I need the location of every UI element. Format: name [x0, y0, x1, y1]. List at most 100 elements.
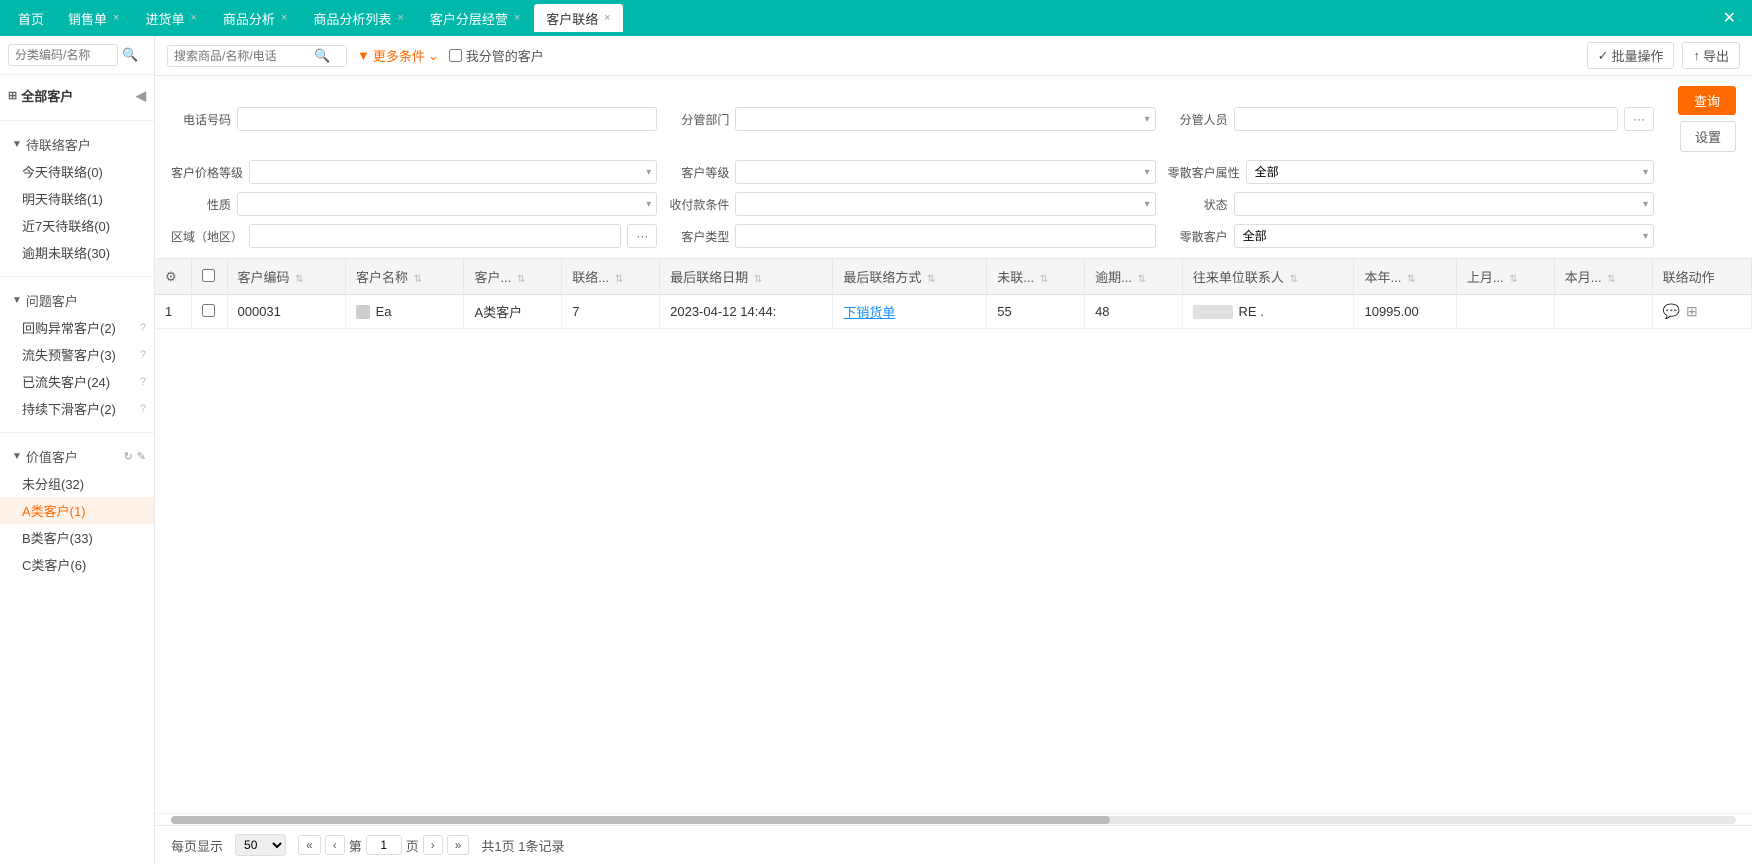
- filter-search-wrap: 🔍: [167, 45, 347, 67]
- region-input[interactable]: [249, 224, 621, 248]
- retail-customer-select[interactable]: 全部: [1234, 224, 1654, 248]
- gear-icon[interactable]: ⚙: [165, 269, 177, 284]
- batch-operation-button[interactable]: ✓ 批量操作: [1587, 42, 1675, 69]
- value-group-header[interactable]: ▼ 价值客户 ↻ ✎: [0, 443, 154, 470]
- last-page-btn[interactable]: »: [447, 835, 470, 855]
- pending-group-header[interactable]: ▼ 待联络客户: [0, 131, 154, 158]
- sidebar-item-class-b[interactable]: B类客户(33): [0, 524, 154, 551]
- sidebar-search-wrap: 🔍: [0, 36, 154, 75]
- app-close-button[interactable]: ✕: [1715, 8, 1744, 28]
- payment-label: 收付款条件: [669, 196, 729, 213]
- sidebar-item-class-c[interactable]: C类客户(6): [0, 551, 154, 578]
- close-customer-segment-tab[interactable]: ×: [514, 12, 520, 24]
- sidebar-item-class-a[interactable]: A类客户(1): [0, 497, 154, 524]
- per-page-select[interactable]: 50 100 200: [235, 834, 286, 856]
- sidebar-item-overdue-contact[interactable]: 逾期未联络(30): [0, 239, 154, 266]
- triangle-icon-3: ▼: [12, 451, 22, 462]
- first-page-btn[interactable]: «: [298, 835, 321, 855]
- settings-button[interactable]: 设置: [1680, 121, 1736, 152]
- next-page-btn[interactable]: ›: [423, 835, 443, 855]
- close-purchase-tab[interactable]: ×: [190, 12, 196, 24]
- filter-customer-type: 客户类型: [669, 224, 1155, 248]
- sidebar-item-7days-contact[interactable]: 近7天待联络(0): [0, 212, 154, 239]
- horizontal-scrollbar[interactable]: [171, 816, 1736, 824]
- payment-select[interactable]: [735, 192, 1155, 216]
- phone-input[interactable]: [237, 107, 657, 131]
- nature-select[interactable]: [237, 192, 657, 216]
- filter-price-level: 客户价格等级 ▾: [171, 160, 657, 184]
- close-goods-analysis-tab[interactable]: ×: [281, 12, 287, 24]
- my-customers-checkbox[interactable]: [449, 49, 462, 62]
- th-gear[interactable]: ⚙: [155, 259, 191, 295]
- sidebar-item-churned[interactable]: 已流失客户(24) ?: [0, 368, 154, 395]
- horizontal-scrollbar-area: [155, 813, 1752, 825]
- sort-code-icon: ⇅: [295, 274, 303, 285]
- td-not-contacted: 55: [987, 295, 1085, 329]
- nav-tab-goods-analysis[interactable]: 商品分析 ×: [211, 4, 299, 32]
- customer-type-input[interactable]: [735, 224, 1155, 248]
- sidebar-item-abnormal-repurchase[interactable]: 回购异常客户(2) ?: [0, 314, 154, 341]
- nav-tab-customer-segment[interactable]: 客户分层经营 ×: [418, 4, 532, 32]
- prev-page-btn[interactable]: ‹: [325, 835, 345, 855]
- td-actions: 💬 ⊞: [1652, 295, 1751, 329]
- select-all-checkbox[interactable]: [202, 269, 215, 282]
- nav-tab-customer-contact[interactable]: 客户联络 ×: [534, 4, 622, 32]
- retail-attr-select[interactable]: 全部: [1246, 160, 1654, 184]
- last-method-link[interactable]: 下销货单: [843, 305, 895, 320]
- dept-select[interactable]: [735, 107, 1155, 131]
- my-customers-checkbox-wrap[interactable]: 我分管的客户: [449, 46, 544, 65]
- sidebar-search-icon[interactable]: 🔍: [122, 47, 138, 63]
- price-level-select[interactable]: [249, 160, 657, 184]
- page-input[interactable]: [366, 835, 402, 855]
- scrollbar-thumb[interactable]: [171, 816, 1110, 824]
- filter-customer-level: 客户等级 ▾: [669, 160, 1155, 184]
- nature-label: 性质: [171, 196, 231, 213]
- sort-method-icon: ⇅: [927, 274, 935, 285]
- nav-tab-purchase[interactable]: 进货单 ×: [133, 4, 208, 32]
- chevron-down-icon: ⌄: [428, 48, 439, 64]
- status-select[interactable]: [1234, 192, 1654, 216]
- person-dots-btn[interactable]: ···: [1624, 107, 1654, 131]
- nav-tab-sales[interactable]: 销售单 ×: [56, 4, 131, 32]
- sidebar-item-unclassified[interactable]: 未分组(32): [0, 470, 154, 497]
- sidebar-item-declining[interactable]: 持续下滑客户(2) ?: [0, 395, 154, 422]
- td-overdue: 48: [1085, 295, 1183, 329]
- nav-tab-home[interactable]: 首页: [8, 9, 54, 28]
- th-contact-person: 往来单位联系人 ⇅: [1182, 259, 1354, 295]
- filter-search-icon[interactable]: 🔍: [314, 48, 330, 64]
- batch-icon: ✓: [1598, 48, 1609, 64]
- sidebar-item-tomorrow-contact[interactable]: 明天待联络(1): [0, 185, 154, 212]
- filter-nature: 性质 ▾: [171, 192, 657, 216]
- per-page-label: 每页显示: [171, 836, 223, 855]
- retail-attr-wrap: 全部 ▾: [1246, 160, 1654, 184]
- all-customers-header[interactable]: ⊞ 全部客户 ◀: [0, 81, 154, 110]
- edit-group-btn[interactable]: ✎: [137, 450, 146, 463]
- nav-tab-goods-analysis-list[interactable]: 商品分析列表 ×: [301, 4, 415, 32]
- export-icon: ↑: [1693, 48, 1700, 63]
- qr-action-icon[interactable]: ⊞: [1686, 303, 1698, 320]
- problem-group-header[interactable]: ▼ 问题客户: [0, 287, 154, 314]
- message-action-icon[interactable]: 💬: [1663, 303, 1680, 320]
- query-button[interactable]: 查询: [1678, 86, 1736, 115]
- close-goods-analysis-list-tab[interactable]: ×: [397, 12, 403, 24]
- sidebar-search-input[interactable]: [8, 44, 118, 66]
- retail-attr-label: 零散客户属性: [1168, 164, 1240, 181]
- th-checkbox: [191, 259, 227, 295]
- close-sales-tab[interactable]: ×: [113, 12, 119, 24]
- td-index: 1: [155, 295, 191, 329]
- customer-level-select[interactable]: [735, 160, 1155, 184]
- filter-bar: 🔍 ▼ 更多条件 ⌄ 我分管的客户 ✓ 批量操作 ↑ 导出: [155, 36, 1752, 76]
- problem-group-section: ▼ 问题客户 回购异常客户(2) ? 流失预警客户(3) ? 已流失客户(24)…: [0, 281, 154, 428]
- close-customer-contact-tab[interactable]: ×: [604, 12, 610, 24]
- export-button[interactable]: ↑ 导出: [1682, 42, 1740, 69]
- filter-retail-customer: 零散客户 全部 ▾: [1168, 224, 1654, 248]
- row-checkbox[interactable]: [202, 304, 215, 317]
- sidebar-item-churn-warning[interactable]: 流失预警客户(3) ?: [0, 341, 154, 368]
- filter-search-input[interactable]: [174, 49, 314, 63]
- region-dots-btn[interactable]: ···: [627, 224, 657, 248]
- person-input[interactable]: [1234, 107, 1618, 131]
- sidebar-item-today-contact[interactable]: 今天待联络(0): [0, 158, 154, 185]
- refresh-group-btn[interactable]: ↻: [124, 450, 133, 463]
- td-contact-person: RE .: [1182, 295, 1354, 329]
- more-conditions-btn[interactable]: ▼ 更多条件 ⌄: [357, 46, 439, 65]
